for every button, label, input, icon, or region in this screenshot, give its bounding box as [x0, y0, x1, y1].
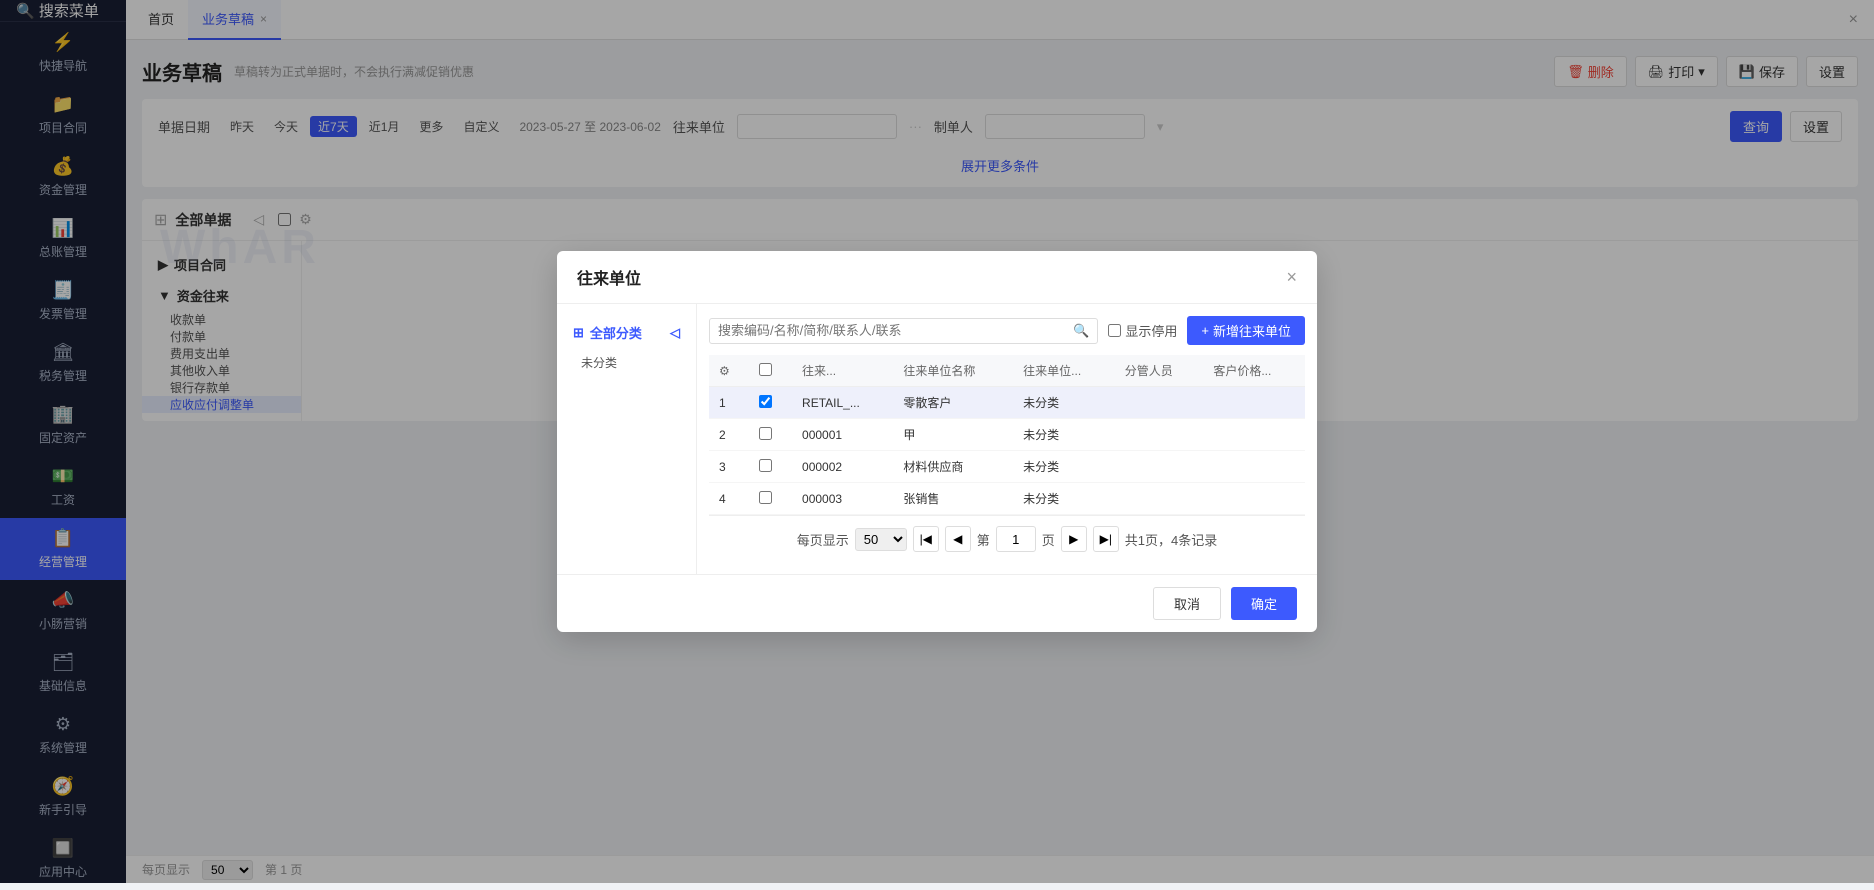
show-disabled-text: 显示停用 [1125, 321, 1177, 340]
th-code: 往来... [792, 355, 893, 387]
row-name: 零散客户 [893, 387, 1013, 419]
modal-overlay: 往来单位 × ⊞ 全部分类 ◁ 未分类 [0, 0, 1874, 883]
row-name: 甲 [893, 419, 1013, 451]
row-name: 张销售 [893, 483, 1013, 515]
table-select-all[interactable] [759, 363, 772, 376]
table-row[interactable]: 2 000001 甲 未分类 [709, 419, 1305, 451]
modal-header: 往来单位 × [557, 251, 1317, 304]
row-code: 000002 [792, 451, 893, 483]
row-category: 未分类 [1013, 451, 1115, 483]
modal-body: ⊞ 全部分类 ◁ 未分类 🔍 显示停用 [557, 304, 1317, 574]
row-price [1203, 483, 1305, 515]
row-code: 000001 [792, 419, 893, 451]
row-code: RETAIL_... [792, 387, 893, 419]
row-category: 未分类 [1013, 483, 1115, 515]
row-price [1203, 387, 1305, 419]
cancel-button[interactable]: 取消 [1153, 587, 1221, 620]
add-partner-button[interactable]: + 新增往来单位 [1187, 316, 1305, 345]
confirm-button[interactable]: 确定 [1231, 587, 1297, 620]
chevron-left-icon: ◁ [670, 325, 680, 341]
row-name: 材料供应商 [893, 451, 1013, 483]
th-manager: 分管人员 [1115, 355, 1204, 387]
grid-icon-small: ⊞ [573, 325, 584, 341]
page-label: 第 [977, 530, 990, 549]
modal-search-box: 🔍 [709, 318, 1098, 344]
modal-per-page-select[interactable]: 50 100 [855, 528, 907, 551]
row-no: 2 [709, 419, 749, 451]
modal-footer: 取消 确定 [557, 574, 1317, 632]
modal-toolbar: 🔍 显示停用 + 新增往来单位 [709, 316, 1305, 345]
total-info: 共1页，4条记录 [1125, 530, 1217, 549]
modal-right-panel: 🔍 显示停用 + 新增往来单位 [697, 304, 1317, 574]
th-category: 往来单位... [1013, 355, 1115, 387]
row-category: 未分类 [1013, 387, 1115, 419]
last-page-btn[interactable]: ▶| [1093, 526, 1119, 552]
settings-icon: ⚙ [719, 364, 730, 378]
modal-pagination: 每页显示 50 100 |◀ ◀ 第 页 ▶ ▶| 共1页，4条记录 [709, 515, 1305, 562]
prev-page-btn[interactable]: ◀ [945, 526, 971, 552]
page-number-input[interactable] [996, 526, 1036, 552]
th-name: 往来单位名称 [893, 355, 1013, 387]
row-manager [1115, 451, 1204, 483]
show-disabled-checkbox[interactable] [1108, 324, 1121, 337]
row-checkbox[interactable] [749, 387, 792, 419]
modal-all-label: 全部分类 [590, 323, 642, 342]
row-code: 000003 [792, 483, 893, 515]
th-price: 客户价格... [1203, 355, 1305, 387]
modal-table-wrap: ⚙ 往来... 往来单位名称 往来单位... 分管人员 客户价格... 1 [709, 355, 1305, 515]
show-disabled-label[interactable]: 显示停用 [1108, 321, 1177, 340]
modal-left-unclassified[interactable]: 未分类 [557, 349, 696, 376]
search-icon: 🔍 [1073, 323, 1089, 339]
row-no: 4 [709, 483, 749, 515]
row-price [1203, 419, 1305, 451]
modal-sub-label: 未分类 [581, 356, 617, 370]
table-row[interactable]: 3 000002 材料供应商 未分类 [709, 451, 1305, 483]
row-manager [1115, 419, 1204, 451]
row-checkbox[interactable] [749, 451, 792, 483]
per-page-label: 每页显示 [797, 530, 849, 549]
row-manager [1115, 483, 1204, 515]
table-row[interactable]: 1 RETAIL_... 零散客户 未分类 [709, 387, 1305, 419]
modal-close-btn[interactable]: × [1286, 267, 1297, 288]
modal-dialog: 往来单位 × ⊞ 全部分类 ◁ 未分类 [557, 251, 1317, 632]
page-suffix: 页 [1042, 530, 1055, 549]
row-category: 未分类 [1013, 419, 1115, 451]
row-no: 1 [709, 387, 749, 419]
first-page-btn[interactable]: |◀ [913, 526, 939, 552]
modal-left-all[interactable]: ⊞ 全部分类 ◁ [557, 316, 696, 349]
row-checkbox[interactable] [749, 419, 792, 451]
row-checkbox[interactable] [749, 483, 792, 515]
th-checkbox [749, 355, 792, 387]
modal-title: 往来单位 [577, 265, 641, 289]
add-btn-label: 新增往来单位 [1213, 321, 1291, 340]
row-price [1203, 451, 1305, 483]
next-page-btn[interactable]: ▶ [1061, 526, 1087, 552]
modal-left-panel: ⊞ 全部分类 ◁ 未分类 [557, 304, 697, 574]
modal-search-input[interactable] [718, 323, 1067, 338]
row-no: 3 [709, 451, 749, 483]
modal-table: ⚙ 往来... 往来单位名称 往来单位... 分管人员 客户价格... 1 [709, 355, 1305, 515]
add-icon: + [1201, 323, 1209, 338]
row-manager [1115, 387, 1204, 419]
th-settings: ⚙ [709, 355, 749, 387]
table-row[interactable]: 4 000003 张销售 未分类 [709, 483, 1305, 515]
